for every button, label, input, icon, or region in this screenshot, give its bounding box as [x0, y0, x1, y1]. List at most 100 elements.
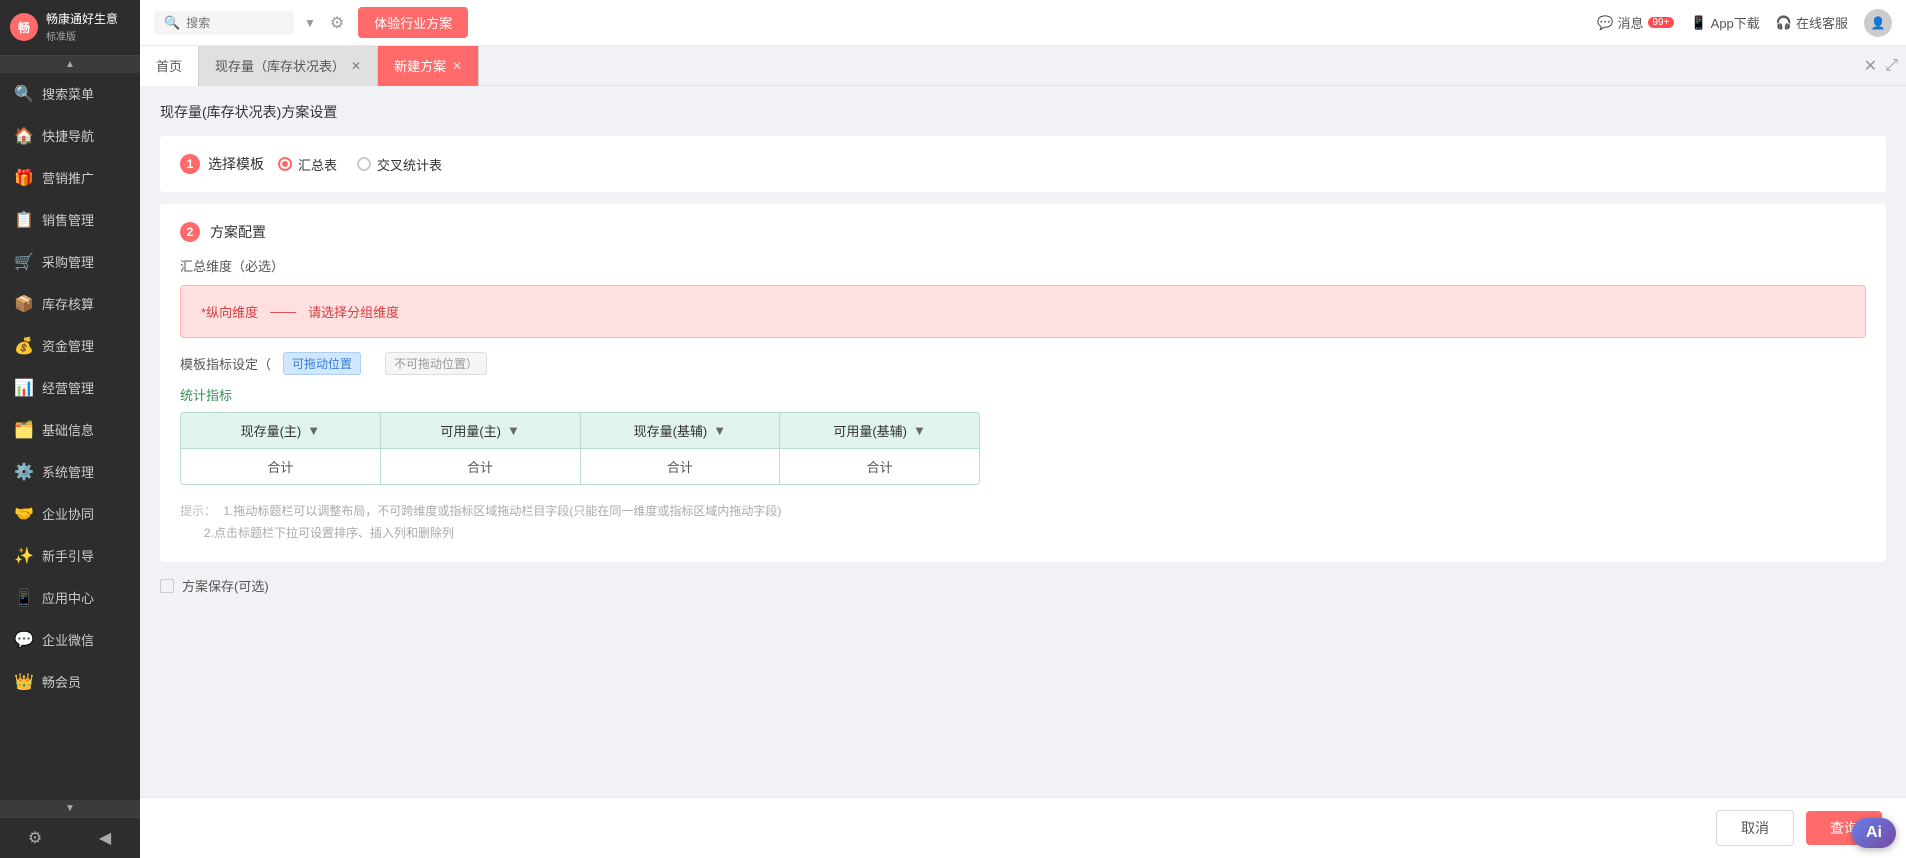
basic-info-icon: 🗂️: [14, 420, 34, 440]
dimension-box[interactable]: *纵向维度 —— 请选择分组维度: [180, 285, 1866, 338]
sidebar-item-sales[interactable]: 📋 销售管理: [0, 199, 140, 241]
stats-body-col-1: 合计: [381, 449, 581, 484]
app-download-label: App下载: [1711, 13, 1760, 32]
close-tabs-icon[interactable]: ✕: [1864, 56, 1877, 76]
tips-title: 提示：: [180, 504, 216, 518]
sidebar-item-wechat[interactable]: 💬 企业微信: [0, 619, 140, 661]
col0-dropdown-icon[interactable]: ▼: [307, 423, 320, 438]
wechat-icon: 💬: [14, 630, 34, 650]
stats-col-0: 现存量(主) ▼: [181, 413, 381, 449]
inventory-icon: 📦: [14, 294, 34, 314]
save-checkbox[interactable]: [160, 579, 174, 593]
tab-home[interactable]: 首页: [140, 46, 199, 86]
col3-dropdown-icon[interactable]: ▼: [913, 423, 926, 438]
save-checkbox-row: 方案保存(可选): [160, 576, 1886, 595]
tab-inventory-close[interactable]: ✕: [351, 59, 361, 73]
sidebar-item-label: 企业协同: [42, 504, 94, 523]
sidebar-item-purchase[interactable]: 🛒 采购管理: [0, 241, 140, 283]
sidebar-item-label: 经营管理: [42, 378, 94, 397]
stats-header-cell-2[interactable]: 现存量(基辅) ▼: [581, 413, 780, 449]
step2-header: 2 方案配置: [180, 222, 1866, 242]
sidebar-item-label: 采购管理: [42, 252, 94, 271]
sidebar-item-inventory[interactable]: 📦 库存核算: [0, 283, 140, 325]
step2-title: 方案配置: [210, 222, 266, 242]
sidebar-scroll-down[interactable]: ▼: [0, 800, 140, 817]
settings-button[interactable]: ⚙: [0, 818, 70, 858]
collapse-button[interactable]: ◀: [70, 818, 140, 858]
tip-line-1: 2.点击标题栏下拉可设置排序、插入列和删除列: [204, 526, 454, 540]
main-area: 🔍 ▼ ⚙ 体验行业方案 💬 消息 99+ 📱 App下载 🎧 在线客服 👤: [140, 0, 1906, 858]
topbar-right: 💬 消息 99+ 📱 App下载 🎧 在线客服 👤: [1597, 9, 1892, 37]
tab-new-scheme[interactable]: 新建方案 ✕: [378, 46, 479, 86]
stats-body-col-3: 合计: [780, 449, 979, 484]
col1-dropdown-icon[interactable]: ▼: [507, 423, 520, 438]
stats-header-cell-0[interactable]: 现存量(主) ▼: [181, 413, 380, 449]
app-center-icon: 📱: [14, 588, 34, 608]
search-input[interactable]: [186, 16, 266, 30]
sidebar-item-search-menu[interactable]: 🔍 搜索菜单: [0, 73, 140, 115]
stats-body-col-0: 合计: [181, 449, 381, 484]
settings-gear-icon[interactable]: ⚙: [330, 13, 344, 33]
sidebar-item-marketing[interactable]: 🎁 营销推广: [0, 157, 140, 199]
sidebar-item-app-center[interactable]: 📱 应用中心: [0, 577, 140, 619]
col2-dropdown-icon[interactable]: ▼: [713, 423, 726, 438]
tab-inventory-status[interactable]: 现存量（库存状况表） ✕: [199, 46, 378, 86]
radio-cross-label: 交叉统计表: [377, 155, 442, 174]
radio-summary[interactable]: 汇总表: [278, 155, 337, 174]
footer: 取消 查询: [140, 797, 1906, 858]
stats-header-cell-1[interactable]: 可用量(主) ▼: [381, 413, 580, 449]
col3-label: 可用量(基辅): [833, 421, 907, 440]
sidebar-item-operations[interactable]: 📊 经营管理: [0, 367, 140, 409]
cooperation-icon: 🤝: [14, 504, 34, 524]
stats-header-cell-3[interactable]: 可用量(基辅) ▼: [780, 413, 979, 449]
system-icon: ⚙️: [14, 462, 34, 482]
sidebar-item-label: 销售管理: [42, 210, 94, 229]
finance-icon: 💰: [14, 336, 34, 356]
stats-section-title: 统计指标: [180, 385, 1866, 404]
expand-tabs-icon[interactable]: ⤢: [1885, 57, 1898, 75]
save-checkbox-label: 方案保存(可选): [182, 576, 269, 595]
stats-col-3: 可用量(基辅) ▼: [780, 413, 979, 449]
sidebar-item-label: 搜索菜单: [42, 84, 94, 103]
sidebar-item-membership[interactable]: 👑 畅会员: [0, 661, 140, 703]
sidebar: 畅 畅康通好生意 标准版 ▲ 🔍 搜索菜单 🏠 快捷导航 🎁 营销推广 📋 销售…: [0, 0, 140, 858]
cta-button[interactable]: 体验行业方案: [358, 7, 468, 38]
template-radio-group: 汇总表 交叉统计表: [278, 155, 442, 174]
dropdown-icon[interactable]: ▼: [304, 16, 316, 30]
sidebar-item-label: 营销推广: [42, 168, 94, 187]
phone-icon: 📱: [1690, 15, 1706, 31]
search-icon: 🔍: [164, 15, 180, 31]
user-avatar[interactable]: 👤: [1864, 9, 1892, 37]
sidebar-item-cooperation[interactable]: 🤝 企业协同: [0, 493, 140, 535]
sidebar-item-label: 快捷导航: [42, 126, 94, 145]
sidebar-item-basic-info[interactable]: 🗂️ 基础信息: [0, 409, 140, 451]
marketing-icon: 🎁: [14, 168, 34, 188]
col0-label: 现存量(主): [241, 421, 302, 440]
sidebar-item-guide[interactable]: ✨ 新手引导: [0, 535, 140, 577]
col2-label: 现存量(基辅): [634, 421, 708, 440]
app-download-item[interactable]: 📱 App下载: [1690, 13, 1759, 32]
ai-badge[interactable]: Ai: [1852, 818, 1896, 848]
stats-body-cell-1: 合计: [381, 449, 580, 484]
message-label: 消息: [1617, 13, 1643, 32]
sidebar-item-system[interactable]: ⚙️ 系统管理: [0, 451, 140, 493]
sidebar-item-finance[interactable]: 💰 资金管理: [0, 325, 140, 367]
radio-cross[interactable]: 交叉统计表: [357, 155, 442, 174]
tabs-actions: ✕ ⤢: [1864, 56, 1906, 76]
dimension-dash: ——: [270, 304, 296, 319]
sidebar-item-label: 系统管理: [42, 462, 94, 481]
sidebar-item-quick-nav[interactable]: 🏠 快捷导航: [0, 115, 140, 157]
stats-table-body: 合计 合计 合计 合计: [181, 449, 979, 484]
search-box[interactable]: 🔍: [154, 11, 294, 35]
draggable-badge: 可拖动位置: [283, 352, 361, 375]
online-service-item[interactable]: 🎧 在线客服: [1776, 13, 1848, 32]
sidebar-scroll-up[interactable]: ▲: [0, 56, 140, 73]
tab-new-scheme-close[interactable]: ✕: [452, 59, 462, 73]
stats-body-col-2: 合计: [581, 449, 781, 484]
step1-num: 1: [180, 154, 200, 174]
radio-summary-label: 汇总表: [298, 155, 337, 174]
operations-icon: 📊: [14, 378, 34, 398]
message-item[interactable]: 💬 消息 99+: [1597, 13, 1674, 32]
cancel-button[interactable]: 取消: [1716, 810, 1794, 846]
topbar: 🔍 ▼ ⚙ 体验行业方案 💬 消息 99+ 📱 App下载 🎧 在线客服 👤: [140, 0, 1906, 46]
